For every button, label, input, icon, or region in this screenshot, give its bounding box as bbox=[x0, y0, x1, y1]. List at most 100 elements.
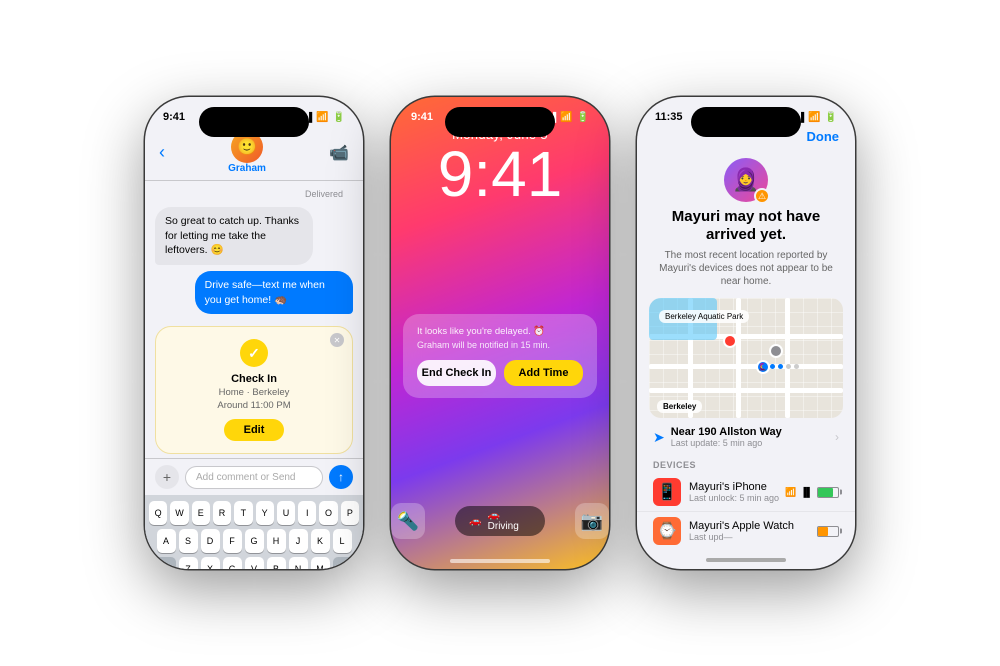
location-update-time: Last update: 5 min ago bbox=[671, 438, 782, 448]
flashlight-icon: 🔦 bbox=[397, 511, 419, 532]
phone-lockscreen: 9:41 ▐▌▐ 📶 🔋 Monday, June 5 9:41 bbox=[391, 97, 609, 569]
iphone-battery-icon bbox=[817, 487, 839, 498]
device-row-watch: ⌚ Mayuri's Apple Watch Last upd— bbox=[637, 512, 855, 550]
lockscreen-time: 9:41 bbox=[428, 142, 573, 206]
key-b[interactable]: B bbox=[267, 557, 286, 569]
checkin-close-button[interactable]: ✕ bbox=[330, 333, 344, 347]
device-details-iphone: Mayuri's iPhone Last unlock: 5 min ago bbox=[689, 481, 779, 503]
attachment-button[interactable]: + bbox=[155, 465, 179, 489]
key-i[interactable]: I bbox=[298, 501, 316, 525]
keyboard-row-3: ⇧ Z X C V B N M ⌫ bbox=[149, 557, 359, 569]
key-g[interactable]: G bbox=[245, 529, 264, 553]
delivered-label: Delivered bbox=[155, 189, 353, 201]
message-input[interactable]: Add comment or Send bbox=[185, 466, 323, 489]
home-indicator-2 bbox=[450, 559, 550, 563]
send-button[interactable]: ↑ bbox=[329, 465, 353, 489]
phone-findmy: 11:35 ▐▌▐ 📶 🔋 Done 🧕 ⚠ Mayu bbox=[637, 97, 855, 569]
key-s[interactable]: S bbox=[179, 529, 198, 553]
iphone-status: Last unlock: 5 min ago bbox=[689, 493, 779, 503]
message-input-bar: + Add comment or Send ↑ bbox=[145, 458, 363, 495]
key-r[interactable]: R bbox=[213, 501, 231, 525]
p2-wifi-icon: 📶 bbox=[560, 112, 572, 123]
key-m[interactable]: M bbox=[311, 557, 330, 569]
key-p[interactable]: P bbox=[341, 501, 359, 525]
phone-messages: 9:41 ▐▌▐ 📶 🔋 ‹ 🙂 Graham 📹 Deliv bbox=[145, 97, 363, 569]
key-q[interactable]: Q bbox=[149, 501, 167, 525]
checkin-title: Check In bbox=[168, 373, 340, 385]
camera-button[interactable]: 📷 bbox=[575, 503, 609, 539]
notification-header: It looks like you're delayed. ⏰ bbox=[417, 326, 583, 337]
p3-wifi-icon: 📶 bbox=[808, 112, 820, 123]
key-y[interactable]: Y bbox=[256, 501, 274, 525]
contact-name[interactable]: Graham bbox=[228, 163, 266, 174]
key-v[interactable]: V bbox=[245, 557, 264, 569]
checkin-notification: It looks like you're delayed. ⏰ Graham w… bbox=[403, 314, 597, 398]
key-t[interactable]: T bbox=[234, 501, 252, 525]
notification-delay-icon: ⏰ bbox=[533, 326, 545, 337]
back-button[interactable]: ‹ bbox=[159, 142, 165, 163]
iphone-status-icons: 📶 ▐▌ bbox=[785, 487, 839, 498]
key-d[interactable]: D bbox=[201, 529, 220, 553]
dynamic-island-1 bbox=[199, 107, 309, 137]
key-o[interactable]: O bbox=[319, 501, 337, 525]
checkin-edit-button[interactable]: Edit bbox=[224, 419, 285, 441]
map-pin-red bbox=[723, 334, 737, 348]
map-label: Berkeley bbox=[657, 400, 702, 413]
shift-key[interactable]: ⇧ bbox=[150, 557, 176, 569]
location-text: Near 190 Allston Way Last update: 5 min … bbox=[671, 426, 782, 448]
key-k[interactable]: K bbox=[311, 529, 330, 553]
watch-status-icons bbox=[817, 526, 839, 537]
p3-time: 11:35 bbox=[655, 111, 683, 123]
location-path bbox=[762, 364, 799, 369]
key-n[interactable]: N bbox=[289, 557, 308, 569]
key-f[interactable]: F bbox=[223, 529, 242, 553]
key-x[interactable]: X bbox=[201, 557, 220, 569]
alert-section: 🧕 ⚠ Mayuri may not have arrived yet. The… bbox=[637, 150, 855, 298]
home-indicator-3 bbox=[706, 558, 786, 562]
location-arrow-icon: ➤ bbox=[653, 429, 665, 446]
location-row[interactable]: ➤ Near 190 Allston Way Last update: 5 mi… bbox=[637, 418, 855, 452]
devices-section-title: Devices bbox=[637, 452, 855, 473]
message-received-1: So great to catch up. Thanks for letting… bbox=[155, 207, 313, 265]
message-sent-1: Drive safe—text me when you get home! 🦔 bbox=[195, 271, 353, 314]
map-pin-gray bbox=[769, 344, 783, 358]
key-h[interactable]: H bbox=[267, 529, 286, 553]
key-j[interactable]: J bbox=[289, 529, 308, 553]
key-u[interactable]: U bbox=[277, 501, 295, 525]
watch-status: Last upd— bbox=[689, 532, 794, 542]
flashlight-button[interactable]: 🔦 bbox=[391, 503, 425, 539]
dynamic-island-3 bbox=[691, 107, 801, 137]
driving-mode-pill[interactable]: 🚗 🚗 Driving bbox=[455, 506, 545, 536]
done-button[interactable]: Done bbox=[807, 129, 840, 144]
alert-title: Mayuri may not have arrived yet. bbox=[653, 208, 839, 244]
iphone-signal-icon: ▐▌ bbox=[800, 487, 813, 497]
add-time-button[interactable]: Add Time bbox=[504, 360, 583, 386]
map-park-label: Berkeley Aquatic Park bbox=[659, 310, 749, 323]
location-name: Near 190 Allston Way bbox=[671, 426, 782, 438]
chevron-right-icon: › bbox=[835, 430, 839, 444]
watch-device-icon: ⌚ bbox=[653, 517, 681, 545]
key-c[interactable]: C bbox=[223, 557, 242, 569]
scene: 9:41 ▐▌▐ 📶 🔋 ‹ 🙂 Graham 📹 Deliv bbox=[0, 0, 1000, 666]
notification-actions: End Check In Add Time bbox=[417, 360, 583, 386]
key-z[interactable]: Z bbox=[179, 557, 198, 569]
lockscreen-content: 9:41 ▐▌▐ 📶 🔋 Monday, June 5 9:41 bbox=[391, 97, 609, 569]
key-a[interactable]: A bbox=[157, 529, 176, 553]
battery-icon: 🔋 bbox=[333, 112, 345, 123]
p2-battery-icon: 🔋 bbox=[577, 112, 589, 123]
backspace-key[interactable]: ⌫ bbox=[333, 557, 359, 569]
end-checkin-button[interactable]: End Check In bbox=[417, 360, 496, 386]
watch-name: Mayuri's Apple Watch bbox=[689, 520, 794, 532]
location-info: ➤ Near 190 Allston Way Last update: 5 mi… bbox=[653, 426, 782, 448]
key-w[interactable]: W bbox=[170, 501, 188, 525]
key-l[interactable]: L bbox=[333, 529, 352, 553]
person-avatar: 🧕 ⚠ bbox=[724, 158, 768, 202]
p1-time: 9:41 bbox=[163, 111, 185, 123]
location-map[interactable]: 🧕 Berkeley Berkeley Aquatic Park bbox=[649, 298, 843, 418]
key-e[interactable]: E bbox=[192, 501, 210, 525]
checkin-card: ✕ ✓ Check In Home · Berkeley Around 11:0… bbox=[155, 326, 353, 454]
lockscreen-dock: 🔦 🚗 🚗 Driving 📷 bbox=[391, 493, 609, 559]
video-call-button[interactable]: 📹 bbox=[329, 143, 349, 163]
phone2-screen: 9:41 ▐▌▐ 📶 🔋 Monday, June 5 9:41 bbox=[391, 97, 609, 569]
alert-subtitle: The most recent location reported by May… bbox=[653, 249, 839, 288]
